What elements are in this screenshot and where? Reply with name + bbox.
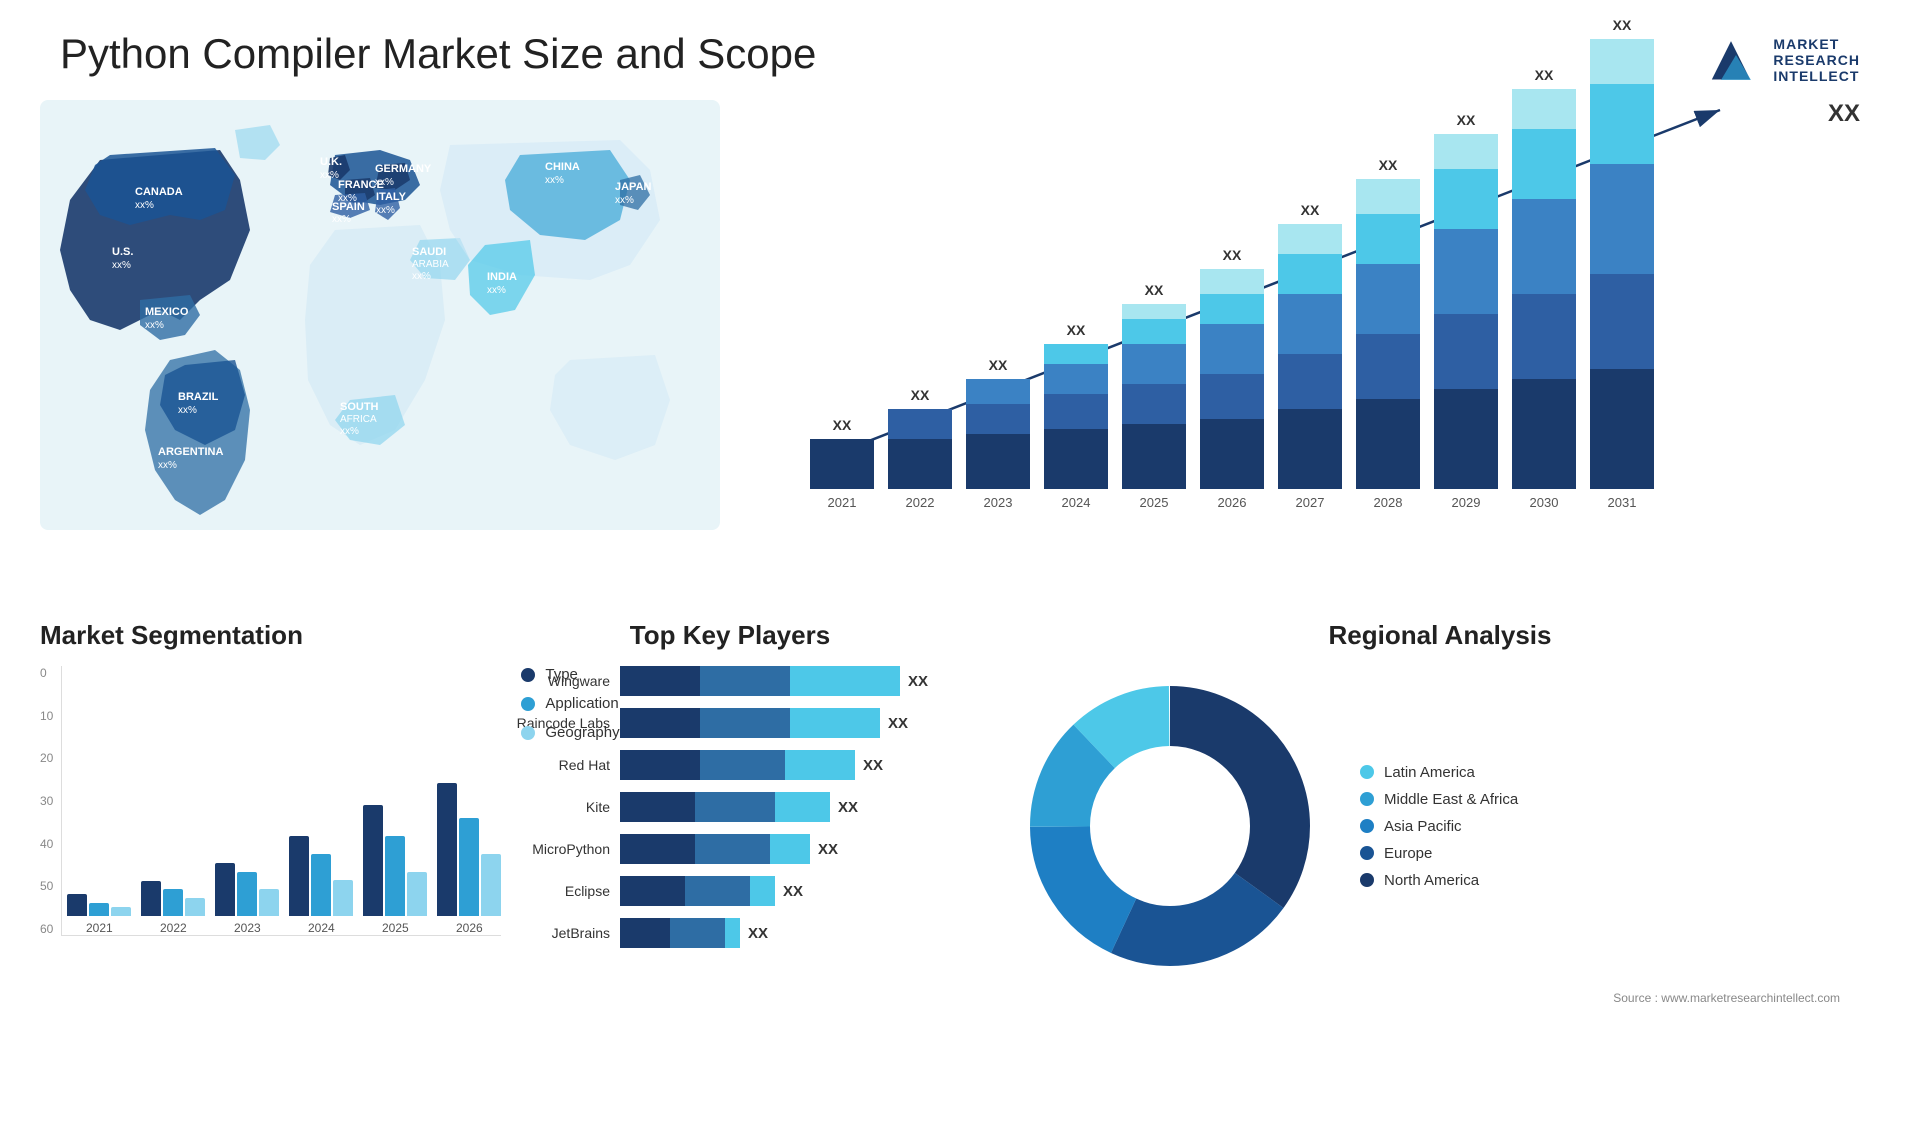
seg-bar-2021: 2021 — [67, 894, 131, 935]
india-label: INDIA — [487, 271, 517, 283]
seg-wrapper: 60 50 40 30 20 10 0 202 — [40, 666, 460, 966]
legend-type: Type — [521, 666, 619, 683]
spain-label: SPAIN — [332, 201, 365, 213]
bar-2024: XX 2024 — [1044, 344, 1108, 510]
legend-geography: Geography — [521, 724, 619, 741]
svg-text:xx%: xx% — [615, 195, 634, 206]
seg-bar-2026: 2026 — [437, 783, 501, 935]
svg-text:xx%: xx% — [320, 170, 339, 181]
segmentation-section: Market Segmentation 60 50 40 30 20 10 0 — [40, 620, 460, 1130]
player-kite: Kite XX — [480, 792, 980, 822]
svg-text:xx%: xx% — [332, 214, 351, 225]
us-label: U.S. — [112, 246, 133, 258]
brazil-label: BRAZIL — [178, 391, 219, 403]
legend-application: Application — [521, 695, 619, 712]
bar-2025: XX 2025 — [1122, 304, 1186, 510]
bar-2026: XX 2026 — [1200, 269, 1264, 510]
top-section: CANADA xx% U.S. xx% MEXICO xx% BRAZIL xx… — [0, 100, 1920, 600]
svg-text:xx%: xx% — [375, 177, 394, 188]
player-jetbrains: JetBrains XX — [480, 918, 980, 948]
bar-2027: XX 2027 — [1278, 224, 1342, 510]
legend-latin: Latin America — [1360, 764, 1518, 781]
logo-area: MARKET RESEARCH INTELLECT — [1701, 30, 1860, 90]
italy-label: ITALY — [376, 191, 407, 203]
seg-bar-2024: 2024 — [289, 836, 353, 935]
seg-bars: 2021 2022 — [61, 666, 501, 936]
page-title: Python Compiler Market Size and Scope — [60, 30, 816, 78]
legend-mea: Middle East & Africa — [1360, 791, 1518, 808]
player-redhat: Red Hat XX — [480, 750, 980, 780]
legend-northam-dot — [1360, 873, 1374, 887]
legend-northam: North America — [1360, 872, 1518, 889]
donut-legend: Latin America Middle East & Africa Asia … — [1360, 764, 1518, 889]
china-label: CHINA — [545, 161, 580, 173]
svg-text:xx%: xx% — [135, 200, 154, 211]
bar-2031: XX 2031 — [1590, 39, 1654, 510]
bar-2023: XX 2023 — [966, 379, 1030, 510]
donut-container: Latin America Middle East & Africa Asia … — [1000, 666, 1880, 986]
bar-2028: XX 2028 — [1356, 179, 1420, 510]
map-section: CANADA xx% U.S. xx% MEXICO xx% BRAZIL xx… — [40, 100, 720, 580]
legend-mea-dot — [1360, 792, 1374, 806]
legend-latin-dot — [1360, 765, 1374, 779]
svg-text:AFRICA: AFRICA — [340, 414, 377, 425]
southafrica-label: SOUTH — [340, 401, 379, 413]
svg-text:xx%: xx% — [178, 405, 197, 416]
legend-europe: Europe — [1360, 845, 1518, 862]
chart-top-label: XX — [1828, 100, 1860, 128]
svg-text:xx%: xx% — [487, 285, 506, 296]
regional-title: Regional Analysis — [1000, 620, 1880, 651]
legend-application-dot — [521, 697, 535, 711]
regional-section: Regional Analysis — [1000, 620, 1880, 1130]
legend-asia: Asia Pacific — [1360, 818, 1518, 835]
world-map: CANADA xx% U.S. xx% MEXICO xx% BRAZIL xx… — [40, 100, 720, 530]
bottom-section: Market Segmentation 60 50 40 30 20 10 0 — [0, 600, 1920, 1140]
germany-label: GERMANY — [375, 163, 432, 175]
canada-label: CANADA — [135, 186, 183, 198]
japan-label: JAPAN — [615, 181, 652, 193]
svg-text:xx%: xx% — [376, 205, 395, 216]
seg-bar-2022: 2022 — [141, 881, 205, 935]
argentina-label: ARGENTINA — [158, 446, 223, 458]
player-eclipse: Eclipse XX — [480, 876, 980, 906]
seg-y-axis: 60 50 40 30 20 10 0 — [40, 666, 53, 936]
seg-legend: Type Application Geography — [521, 666, 619, 741]
bar-chart: XX 2021 XX 2022 — [760, 150, 1880, 540]
svg-text:xx%: xx% — [412, 271, 431, 282]
svg-text:xx%: xx% — [545, 175, 564, 186]
legend-geography-dot — [521, 726, 535, 740]
seg-bar-2025: 2025 — [363, 805, 427, 935]
bar-2021: XX 2021 — [810, 439, 874, 510]
source-text: Source : www.marketresearchintellect.com — [1000, 991, 1880, 1005]
bar-2022: XX 2022 — [888, 409, 952, 510]
donut-chart — [1000, 666, 1340, 986]
player-micropython: MicroPython XX — [480, 834, 980, 864]
logo-text: MARKET RESEARCH INTELLECT — [1773, 36, 1860, 84]
svg-text:xx%: xx% — [112, 260, 131, 271]
legend-type-dot — [521, 668, 535, 682]
bar-2030: XX 2030 — [1512, 89, 1576, 510]
legend-europe-dot — [1360, 846, 1374, 860]
segmentation-title: Market Segmentation — [40, 620, 460, 651]
logo-icon — [1701, 30, 1761, 90]
svg-text:xx%: xx% — [340, 426, 359, 437]
bar-2029: XX 2029 — [1434, 134, 1498, 510]
bar-chart-section: XX XX 2021 XX — [720, 100, 1880, 580]
svg-text:xx%: xx% — [145, 320, 164, 331]
saudi-label: SAUDI — [412, 246, 446, 258]
legend-asia-dot — [1360, 819, 1374, 833]
mexico-label: MEXICO — [145, 306, 189, 318]
svg-text:ARABIA: ARABIA — [412, 259, 449, 270]
uk-label: U.K. — [320, 156, 342, 168]
svg-text:xx%: xx% — [158, 460, 177, 471]
players-title: Top Key Players — [480, 620, 980, 651]
seg-bar-2023: 2023 — [215, 863, 279, 935]
